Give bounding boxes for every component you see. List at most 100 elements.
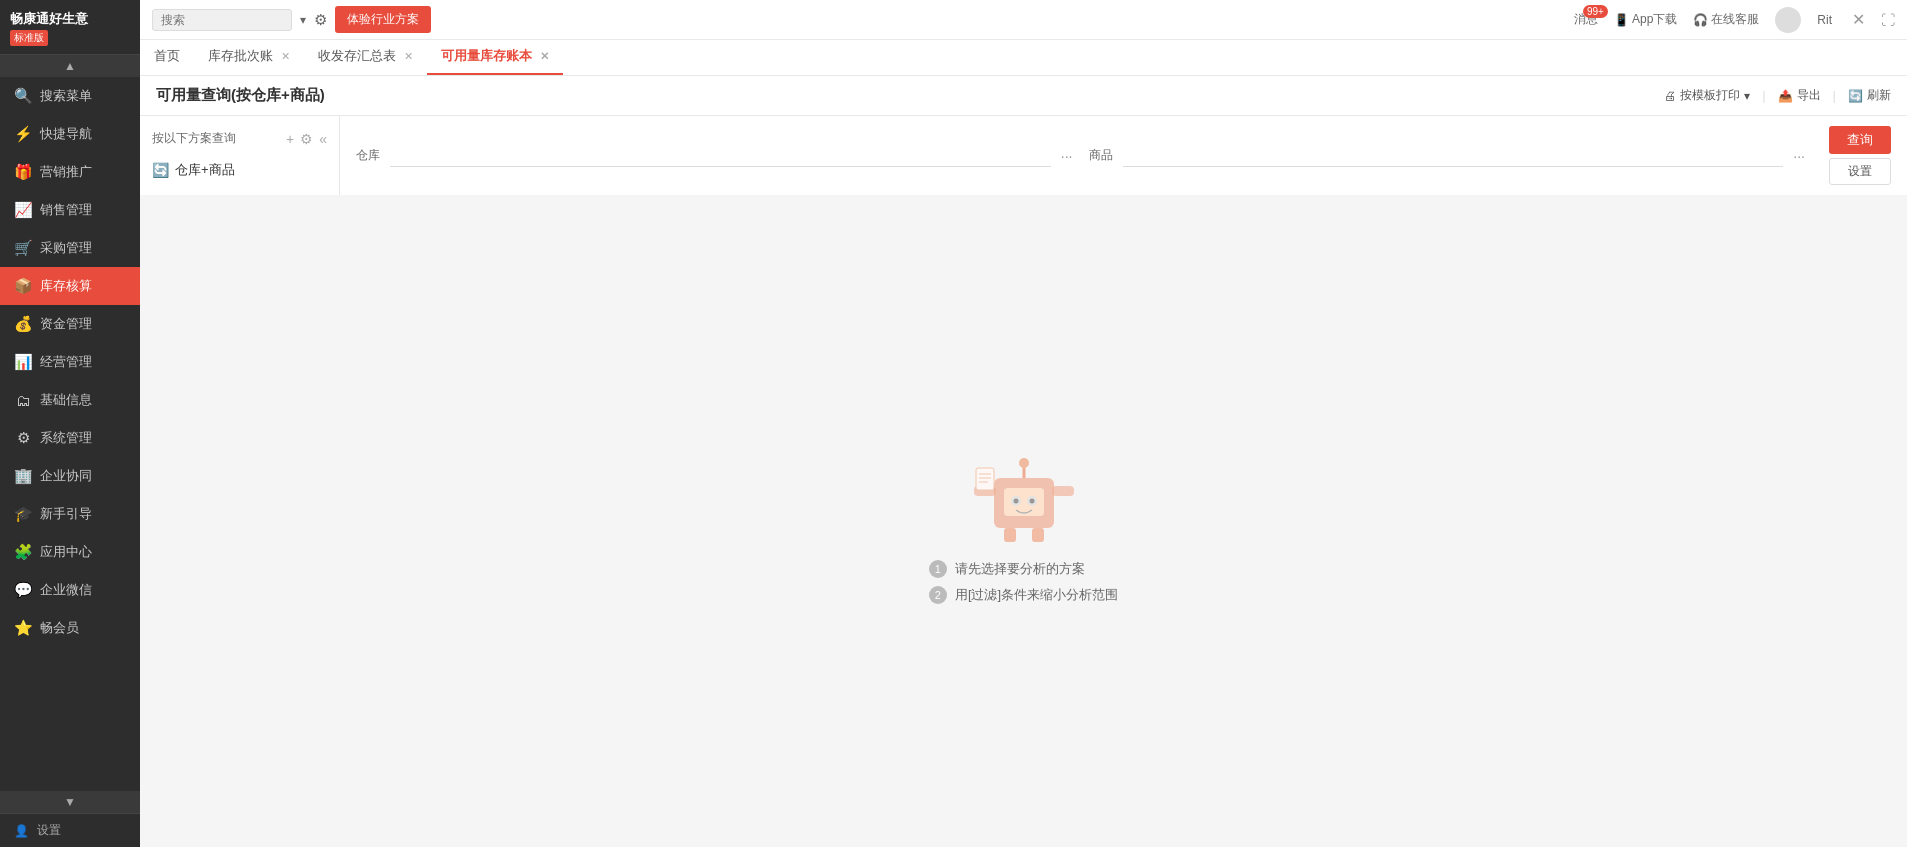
tab-batch-ledger-close[interactable]: ✕ [281, 50, 290, 63]
username-label: Rit [1817, 13, 1832, 27]
hint2-text: 用[过滤]条件来缩小分析范围 [955, 586, 1118, 604]
empty-hint-1: 1 请先选择要分析的方案 [929, 560, 1118, 578]
sidebar-item-label: 系统管理 [40, 429, 92, 447]
tab-home-label: 首页 [154, 47, 180, 65]
export-label: 导出 [1797, 87, 1821, 104]
print-icon: 🖨 [1664, 89, 1676, 103]
tab-batch-ledger-label: 库存批次账 [208, 47, 273, 65]
tab-home[interactable]: 首页 [140, 39, 194, 75]
sidebar-item-basic-info[interactable]: 🗂 基础信息 [0, 381, 140, 419]
svg-rect-9 [1032, 528, 1044, 542]
sidebar-item-marketing[interactable]: 🎁 营销推广 [0, 153, 140, 191]
tab-available-qty-close[interactable]: ✕ [540, 50, 549, 63]
member-icon: ⭐ [14, 619, 32, 637]
settings-button[interactable]: 设置 [1829, 158, 1891, 185]
tab-available-qty-ledger[interactable]: 可用量库存账本 ✕ [427, 39, 563, 75]
refresh-action[interactable]: 🔄 刷新 [1848, 87, 1891, 104]
scheme-label: 仓库+商品 [175, 161, 235, 179]
app-download-link[interactable]: 📱 App下载 [1614, 11, 1677, 28]
page-header: 可用量查询(按仓库+商品) 🖨 按模板打印 ▾ | 📤 导出 | 🔄 刷新 [140, 76, 1907, 116]
tab-receive-send-summary[interactable]: 收发存汇总表 ✕ [304, 39, 427, 75]
svg-rect-12 [976, 468, 994, 490]
shortcut-icon: ⚡ [14, 125, 32, 143]
sidebar-item-shortcut[interactable]: ⚡ 快捷导航 [0, 115, 140, 153]
sidebar-item-enterprise[interactable]: 🏢 企业协同 [0, 457, 140, 495]
sidebar-menu: 🔍 搜索菜单 ⚡ 快捷导航 🎁 营销推广 📈 销售管理 🛒 采购管理 📦 库存核… [0, 77, 140, 791]
app-download-label: App下载 [1632, 11, 1677, 28]
inventory-icon: 📦 [14, 277, 32, 295]
sidebar-item-label: 采购管理 [40, 239, 92, 257]
online-service-link[interactable]: 🎧 在线客服 [1693, 11, 1759, 28]
print-action[interactable]: 🖨 按模板打印 ▾ [1664, 87, 1750, 104]
print-dropdown-icon[interactable]: ▾ [1744, 89, 1750, 103]
sidebar-item-label: 应用中心 [40, 543, 92, 561]
sales-icon: 📈 [14, 201, 32, 219]
industry-solution-button[interactable]: 体验行业方案 [335, 6, 431, 33]
sidebar-item-search[interactable]: 🔍 搜索菜单 [0, 77, 140, 115]
topbar: ▾ ⚙ 体验行业方案 消息 99+ 📱 App下载 🎧 在线客服 Rit ✕ ⛶ [140, 0, 1907, 40]
phone-icon: 📱 [1614, 13, 1629, 27]
sidebar-item-app-center[interactable]: 🧩 应用中心 [0, 533, 140, 571]
warehouse-input[interactable] [390, 144, 1051, 167]
svg-rect-1 [1004, 488, 1044, 516]
svg-rect-8 [1004, 528, 1016, 542]
sidebar-item-newbie[interactable]: 🎓 新手引导 [0, 495, 140, 533]
sidebar-bottom[interactable]: 👤 设置 [0, 813, 140, 847]
collapse-sidebar-button[interactable]: « [319, 131, 327, 147]
product-input[interactable] [1123, 144, 1784, 167]
topbar-dropdown-icon[interactable]: ▾ [300, 13, 306, 27]
svg-point-4 [1013, 499, 1018, 504]
sidebar-item-purchase[interactable]: 🛒 采购管理 [0, 229, 140, 267]
sidebar-item-wechat[interactable]: 💬 企业微信 [0, 571, 140, 609]
finance-icon: 💰 [14, 315, 32, 333]
topbar-search-input[interactable] [152, 9, 292, 31]
query-button[interactable]: 查询 [1829, 126, 1891, 154]
sidebar-item-member[interactable]: ⭐ 畅会员 [0, 609, 140, 647]
sidebar-scroll-down[interactable]: ▼ [0, 791, 140, 813]
sidebar-item-inventory[interactable]: 📦 库存核算 [0, 267, 140, 305]
warehouse-field: 仓库 ··· [356, 144, 1073, 167]
query-sidebar-actions: + ⚙ « [286, 131, 327, 147]
sidebar-scroll-up[interactable]: ▲ [0, 55, 140, 77]
empty-hint-2: 2 用[过滤]条件来缩小分析范围 [929, 586, 1118, 604]
window-close-button[interactable]: ✕ [1852, 10, 1865, 29]
export-action[interactable]: 📤 导出 [1778, 87, 1821, 104]
scheme-warehouse-product[interactable]: 🔄 仓库+商品 [140, 155, 339, 185]
sidebar-item-label: 企业协同 [40, 467, 92, 485]
sidebar-item-label: 畅会员 [40, 619, 79, 637]
sidebar: 畅康通好生意 标准版 ▲ 🔍 搜索菜单 ⚡ 快捷导航 🎁 营销推广 📈 销售管理… [0, 0, 140, 847]
tabs-bar: 首页 库存批次账 ✕ 收发存汇总表 ✕ 可用量库存账本 ✕ [140, 40, 1907, 76]
avatar[interactable] [1775, 7, 1801, 33]
print-label: 按模板打印 [1680, 87, 1740, 104]
scheme-settings-button[interactable]: ⚙ [300, 131, 313, 147]
product-label: 商品 [1089, 147, 1117, 164]
window-expand-button[interactable]: ⛶ [1881, 12, 1895, 28]
sidebar-item-sales[interactable]: 📈 销售管理 [0, 191, 140, 229]
sidebar-item-system[interactable]: ⚙ 系统管理 [0, 419, 140, 457]
warehouse-more-button[interactable]: ··· [1061, 148, 1073, 164]
sidebar-bottom-label: 设置 [37, 822, 61, 839]
sidebar-logo: 畅康通好生意 标准版 [0, 0, 140, 55]
product-more-button[interactable]: ··· [1793, 148, 1805, 164]
app-center-icon: 🧩 [14, 543, 32, 561]
tab-batch-ledger[interactable]: 库存批次账 ✕ [194, 39, 304, 75]
page-content: 可用量查询(按仓库+商品) 🖨 按模板打印 ▾ | 📤 导出 | 🔄 刷新 [140, 76, 1907, 847]
topbar-right: 消息 99+ 📱 App下载 🎧 在线客服 Rit ✕ ⛶ [1574, 7, 1895, 33]
sidebar-item-label: 基础信息 [40, 391, 92, 409]
add-scheme-button[interactable]: + [286, 131, 294, 147]
system-icon: ⚙ [14, 429, 32, 447]
enterprise-icon: 🏢 [14, 467, 32, 485]
hint1-number: 1 [929, 560, 947, 578]
query-sidebar: 按以下方案查询 + ⚙ « 🔄 仓库+商品 [140, 116, 340, 195]
query-section: 按以下方案查询 + ⚙ « 🔄 仓库+商品 仓库 [140, 116, 1907, 195]
topbar-gear-icon[interactable]: ⚙ [314, 11, 327, 29]
page-title: 可用量查询(按仓库+商品) [156, 86, 325, 105]
query-main: 仓库 ··· 商品 ··· 查询 设置 [340, 116, 1907, 195]
message-badge: 99+ [1583, 5, 1608, 18]
sidebar-item-label: 资金管理 [40, 315, 92, 333]
sidebar-item-operations[interactable]: 📊 经营管理 [0, 343, 140, 381]
sidebar-item-finance[interactable]: 💰 资金管理 [0, 305, 140, 343]
sidebar-item-label: 企业微信 [40, 581, 92, 599]
tab-receive-send-close[interactable]: ✕ [404, 50, 413, 63]
message-icon-wrapper[interactable]: 消息 99+ [1574, 11, 1598, 28]
